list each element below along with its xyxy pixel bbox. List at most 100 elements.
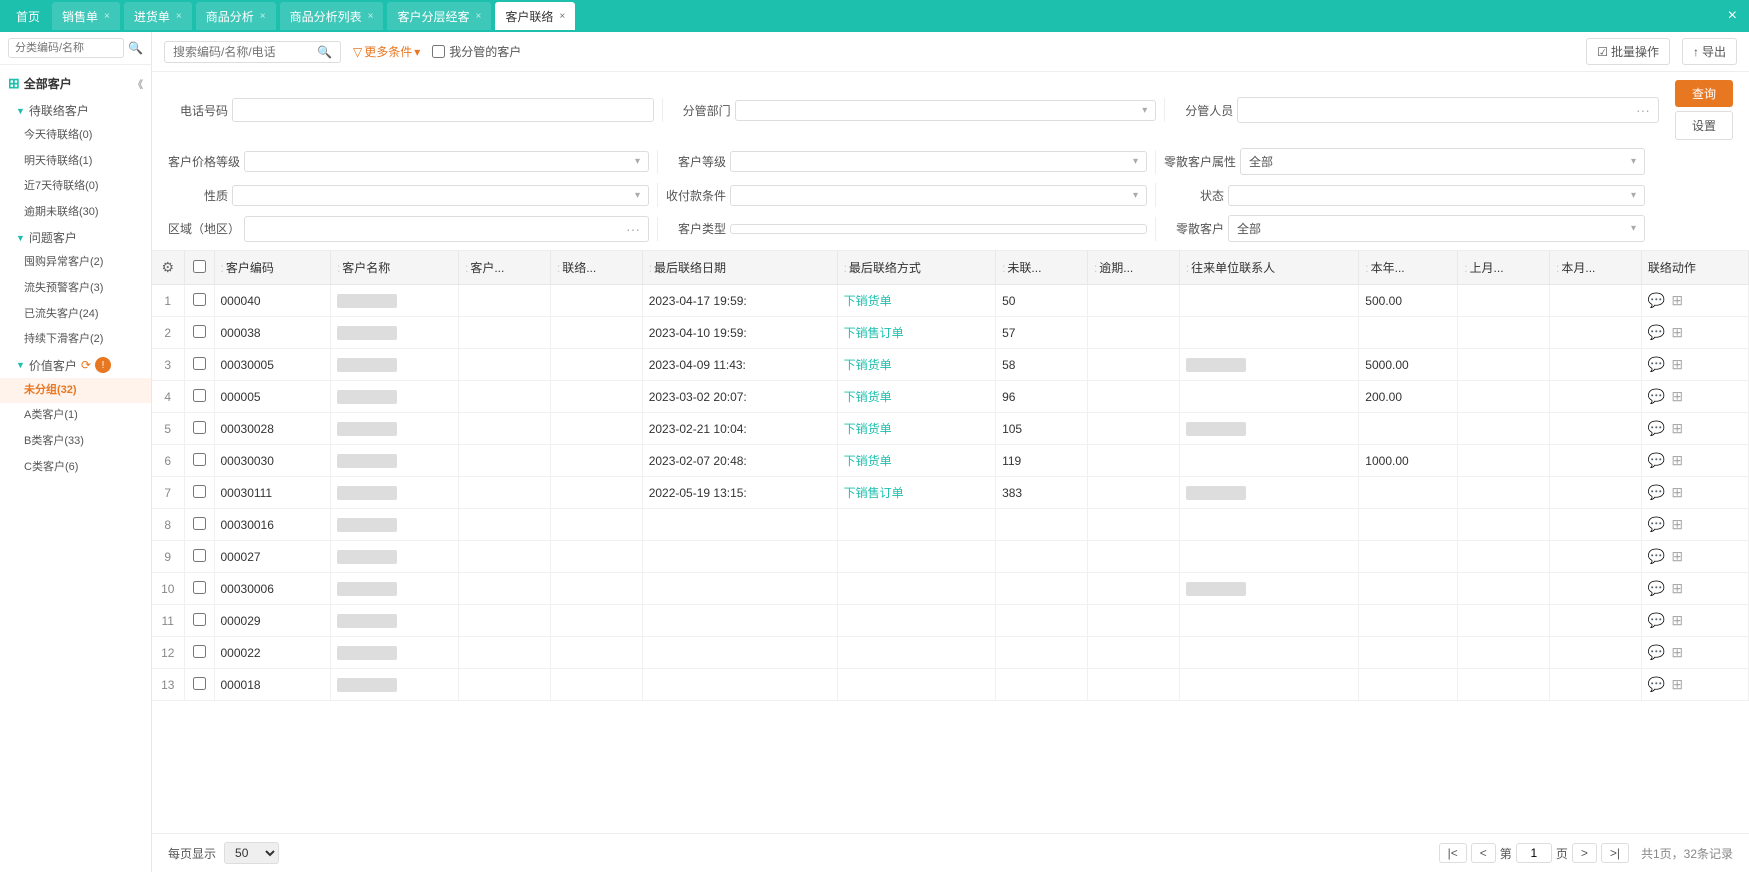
row-checkbox[interactable] bbox=[193, 421, 206, 434]
more-action-icon[interactable]: ⊞ bbox=[1671, 612, 1683, 629]
select-all-checkbox[interactable] bbox=[193, 260, 206, 273]
contact-icon[interactable]: 💬 bbox=[1648, 388, 1665, 405]
sidebar-item-abnormal[interactable]: 囤购异常客户(2) bbox=[0, 250, 151, 276]
collapse-icon[interactable]: 《 bbox=[133, 76, 143, 91]
sidebar-item-group-b[interactable]: B类客户(33) bbox=[0, 429, 151, 455]
sidebar-group-pending[interactable]: ▼ 待联络客户 bbox=[0, 98, 151, 123]
sidebar-item-continuous-low[interactable]: 持续下滑客户(2) bbox=[0, 327, 151, 353]
batch-ops-button[interactable]: ☑ 批量操作 bbox=[1586, 38, 1670, 65]
row-checkbox[interactable] bbox=[193, 293, 206, 306]
phone-input[interactable] bbox=[232, 98, 654, 122]
status-select[interactable]: ▾ bbox=[1228, 185, 1645, 206]
price-select[interactable]: ▾ bbox=[244, 151, 649, 172]
region-select[interactable]: ··· bbox=[244, 216, 649, 242]
more-action-icon[interactable]: ⊞ bbox=[1671, 324, 1683, 341]
dots-icon[interactable]: ··· bbox=[1636, 102, 1650, 118]
contact-icon[interactable]: 💬 bbox=[1648, 644, 1665, 661]
refresh-icon[interactable]: ⟳ bbox=[81, 358, 91, 372]
next-page-button[interactable]: > bbox=[1572, 843, 1597, 863]
contact-icon[interactable]: 💬 bbox=[1648, 292, 1665, 309]
contact-icon[interactable]: 💬 bbox=[1648, 484, 1665, 501]
close-icon[interactable]: × bbox=[104, 11, 110, 22]
tab-purchase[interactable]: 进货单 × bbox=[124, 2, 192, 30]
sidebar-search-input[interactable] bbox=[8, 38, 124, 58]
contact-icon[interactable]: 💬 bbox=[1648, 356, 1665, 373]
sidebar-item-lost[interactable]: 已流失客户(24) bbox=[0, 302, 151, 328]
more-action-icon[interactable]: ⊞ bbox=[1671, 356, 1683, 373]
more-action-icon[interactable]: ⊞ bbox=[1671, 580, 1683, 597]
sidebar-item-group-c[interactable]: C类客户(6) bbox=[0, 455, 151, 481]
prev-page-button[interactable]: < bbox=[1471, 843, 1496, 863]
last-method-link[interactable]: 下销货单 bbox=[844, 422, 892, 436]
more-action-icon[interactable]: ⊞ bbox=[1671, 420, 1683, 437]
last-method-link[interactable]: 下销售订单 bbox=[844, 486, 904, 500]
row-checkbox[interactable] bbox=[193, 581, 206, 594]
more-action-icon[interactable]: ⊞ bbox=[1671, 644, 1683, 661]
more-action-icon[interactable]: ⊞ bbox=[1671, 484, 1683, 501]
retail-cust-select[interactable]: 全部 ▾ bbox=[1228, 215, 1645, 242]
more-action-icon[interactable]: ⊞ bbox=[1671, 676, 1683, 693]
row-checkbox[interactable] bbox=[193, 453, 206, 466]
search-input[interactable] bbox=[173, 45, 313, 59]
last-method-link[interactable]: 下销货单 bbox=[844, 358, 892, 372]
row-checkbox[interactable] bbox=[193, 357, 206, 370]
last-page-button[interactable]: >| bbox=[1601, 843, 1629, 863]
col-settings[interactable]: ⚙ bbox=[152, 251, 184, 285]
staff-select[interactable]: ··· bbox=[1237, 97, 1659, 123]
sidebar-item-ungrouped[interactable]: 未分组(32) bbox=[0, 378, 151, 404]
tab-analysis[interactable]: 商品分析 × bbox=[196, 2, 276, 30]
dept-select[interactable]: ▾ bbox=[735, 100, 1157, 121]
contact-icon[interactable]: 💬 bbox=[1648, 516, 1665, 533]
export-button[interactable]: ↑ 导出 bbox=[1682, 38, 1737, 65]
search-icon[interactable]: 🔍 bbox=[128, 41, 143, 55]
prop-select[interactable]: ▾ bbox=[232, 185, 649, 206]
sidebar-item-overdue-pending[interactable]: 逾期未联络(30) bbox=[0, 200, 151, 226]
close-icon[interactable]: × bbox=[475, 11, 481, 22]
settings-icon[interactable]: ⚙ bbox=[161, 259, 174, 275]
row-checkbox[interactable] bbox=[193, 677, 206, 690]
first-page-button[interactable]: |< bbox=[1439, 843, 1467, 863]
contact-icon[interactable]: 💬 bbox=[1648, 452, 1665, 469]
more-action-icon[interactable]: ⊞ bbox=[1671, 388, 1683, 405]
close-all-button[interactable]: × bbox=[1724, 7, 1741, 25]
sidebar-item-today-pending[interactable]: 今天待联络(0) bbox=[0, 123, 151, 149]
contact-icon[interactable]: 💬 bbox=[1648, 324, 1665, 341]
row-checkbox[interactable] bbox=[193, 389, 206, 402]
contact-icon[interactable]: 💬 bbox=[1648, 420, 1665, 437]
more-conditions-button[interactable]: ▽ 更多条件 ▾ bbox=[353, 43, 420, 60]
reset-button[interactable]: 设置 bbox=[1675, 111, 1733, 140]
tab-analysis-list[interactable]: 商品分析列表 × bbox=[280, 2, 384, 30]
tab-customer-contact[interactable]: 客户联络 × bbox=[495, 2, 575, 30]
level-select[interactable]: ▾ bbox=[730, 151, 1147, 172]
my-customers-checkbox[interactable] bbox=[432, 45, 445, 58]
last-method-link[interactable]: 下销货单 bbox=[844, 294, 892, 308]
tab-customer-segment[interactable]: 客户分层经客 × bbox=[387, 2, 491, 30]
row-checkbox[interactable] bbox=[193, 325, 206, 338]
last-method-link[interactable]: 下销货单 bbox=[844, 454, 892, 468]
page-size-select[interactable]: 50 100 200 bbox=[224, 842, 279, 864]
sidebar-group-problem[interactable]: ▼ 问题客户 bbox=[0, 225, 151, 250]
contact-icon[interactable]: 💬 bbox=[1648, 676, 1665, 693]
more-action-icon[interactable]: ⊞ bbox=[1671, 452, 1683, 469]
dots-icon[interactable]: ··· bbox=[626, 221, 640, 237]
sidebar-item-tomorrow-pending[interactable]: 明天待联络(1) bbox=[0, 149, 151, 175]
query-button[interactable]: 查询 bbox=[1675, 80, 1733, 107]
close-icon[interactable]: × bbox=[260, 11, 266, 22]
page-number-input[interactable] bbox=[1516, 843, 1552, 863]
cust-type-select[interactable] bbox=[730, 224, 1147, 234]
sidebar-item-week7-pending[interactable]: 近7天待联络(0) bbox=[0, 174, 151, 200]
nav-home[interactable]: 首页 bbox=[8, 8, 48, 25]
sidebar-group-value[interactable]: ▼ 价值客户 ⟳ ! bbox=[0, 353, 151, 378]
row-checkbox[interactable] bbox=[193, 517, 206, 530]
close-icon[interactable]: × bbox=[176, 11, 182, 22]
sidebar-all-customers[interactable]: ⊞ 全部客户 《 bbox=[0, 69, 151, 98]
sidebar-item-lost-pred[interactable]: 流失预警客户(3) bbox=[0, 276, 151, 302]
more-action-icon[interactable]: ⊞ bbox=[1671, 548, 1683, 565]
row-checkbox[interactable] bbox=[193, 485, 206, 498]
contact-icon[interactable]: 💬 bbox=[1648, 548, 1665, 565]
search-icon[interactable]: 🔍 bbox=[317, 45, 332, 59]
close-icon[interactable]: × bbox=[368, 11, 374, 22]
tab-sales[interactable]: 销售单 × bbox=[52, 2, 120, 30]
contact-icon[interactable]: 💬 bbox=[1648, 580, 1665, 597]
row-checkbox[interactable] bbox=[193, 645, 206, 658]
